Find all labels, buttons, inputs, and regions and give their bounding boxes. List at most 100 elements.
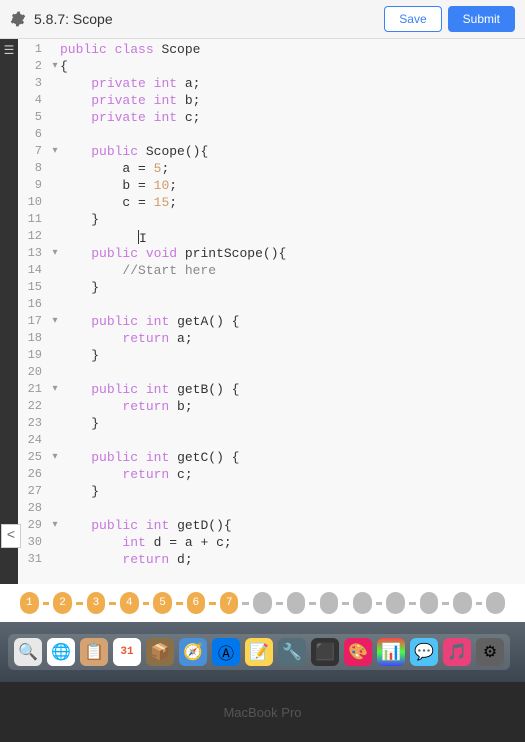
progress-step[interactable] [353,592,372,614]
line-number: 7 [18,143,50,160]
code-line[interactable]: 29▾ public int getD(){ [18,517,525,534]
fold-toggle[interactable]: ▾ [50,517,60,534]
progress-step[interactable] [420,592,439,614]
fold-toggle[interactable]: ▾ [50,245,60,262]
code-line[interactable]: 24 [18,432,525,449]
code-line[interactable]: 19 } [18,347,525,364]
code-line[interactable]: 8 a = 5; [18,160,525,177]
fold-toggle [50,364,60,381]
dock-app4-icon[interactable]: 🎨 [344,638,372,666]
code-line[interactable]: 12 I [18,228,525,245]
progress-step[interactable]: 6 [187,592,206,614]
code-line[interactable]: 18 return a; [18,330,525,347]
code-text: //Start here [60,262,525,279]
header-left: 5.8.7: Scope [10,11,113,27]
code-text: { [60,58,525,75]
progress-step[interactable]: 1 [20,592,39,614]
code-line[interactable]: 14 //Start here [18,262,525,279]
code-line[interactable]: 23 } [18,415,525,432]
dock-appstore-icon[interactable]: Ⓐ [212,638,240,666]
line-number: 21 [18,381,50,398]
fold-toggle[interactable]: ▾ [50,58,60,75]
code-line[interactable]: 20 [18,364,525,381]
fold-toggle [50,160,60,177]
progress-step[interactable]: 2 [53,592,72,614]
fold-toggle[interactable]: ▾ [50,449,60,466]
code-text [60,296,525,313]
code-line[interactable]: 25▾ public int getC() { [18,449,525,466]
code-line[interactable]: 30 int d = a + c; [18,534,525,551]
line-number: 3 [18,75,50,92]
dock-app2-icon[interactable]: 📦 [146,638,174,666]
code-text: return d; [60,551,525,568]
fold-toggle [50,126,60,143]
code-line[interactable]: 6 [18,126,525,143]
code-line[interactable]: 28 [18,500,525,517]
fold-toggle[interactable]: ▾ [50,313,60,330]
code-line[interactable]: 17▾ public int getA() { [18,313,525,330]
progress-step[interactable] [287,592,306,614]
code-text: public Scope(){ [60,143,525,160]
dock-app-icon[interactable]: 📋 [80,638,108,666]
progress-step[interactable] [386,592,405,614]
dock-app5-icon[interactable]: 📊 [377,638,405,666]
line-number: 27 [18,483,50,500]
dock-safari-icon[interactable]: 🧭 [179,638,207,666]
code-line[interactable]: 3 private int a; [18,75,525,92]
line-number: 30 [18,534,50,551]
code-text: I [60,228,525,245]
hamburger-icon[interactable]: ☰ [4,43,15,58]
fold-toggle[interactable]: ▾ [50,381,60,398]
dock-music-icon[interactable]: 🎵 [443,638,471,666]
code-line[interactable]: 27 } [18,483,525,500]
code-text: private int c; [60,109,525,126]
code-text [60,126,525,143]
back-button[interactable]: < [1,524,21,548]
dock-app3-icon[interactable]: 🔧 [278,638,306,666]
submit-button[interactable]: Submit [448,6,515,32]
line-number: 28 [18,500,50,517]
code-line[interactable]: 4 private int b; [18,92,525,109]
line-number: 13 [18,245,50,262]
dock-calendar-icon[interactable]: 31 [113,638,141,666]
progress-step[interactable] [320,592,339,614]
code-line[interactable]: 10 c = 15; [18,194,525,211]
line-number: 23 [18,415,50,432]
code-line[interactable]: 21▾ public int getB() { [18,381,525,398]
dock-finder-icon[interactable]: 🔍 [14,638,42,666]
progress-step[interactable] [253,592,272,614]
progress-step[interactable]: 5 [153,592,172,614]
code-line[interactable]: 5 private int c; [18,109,525,126]
code-line[interactable]: 16 [18,296,525,313]
bezel-label: MacBook Pro [223,705,301,720]
dock-settings-icon[interactable]: ⚙ [476,638,504,666]
code-editor[interactable]: < 1public class Scope2▾{3 private int a;… [18,39,525,584]
code-line[interactable]: 7▾ public Scope(){ [18,143,525,160]
progress-step[interactable]: 7 [220,592,239,614]
code-line[interactable]: 13▾ public void printScope(){ [18,245,525,262]
fold-toggle[interactable]: ▾ [50,143,60,160]
progress-step[interactable]: 3 [87,592,106,614]
code-line[interactable]: 22 return b; [18,398,525,415]
code-line[interactable]: 11 } [18,211,525,228]
code-line[interactable]: 9 b = 10; [18,177,525,194]
code-text [60,432,525,449]
code-text: } [60,211,525,228]
code-line[interactable]: 26 return c; [18,466,525,483]
progress-step[interactable]: 4 [120,592,139,614]
fold-toggle [50,211,60,228]
code-line[interactable]: 1public class Scope [18,41,525,58]
code-text: private int a; [60,75,525,92]
progress-step[interactable] [486,592,505,614]
code-line[interactable]: 31 return d; [18,551,525,568]
dock-chrome-icon[interactable]: 🌐 [47,638,75,666]
progress-step[interactable] [453,592,472,614]
dock-notes-icon[interactable]: 📝 [245,638,273,666]
code-line[interactable]: 15 } [18,279,525,296]
line-number: 12 [18,228,50,245]
code-line[interactable]: 2▾{ [18,58,525,75]
dock-terminal-icon[interactable]: ⬛ [311,638,339,666]
line-number: 5 [18,109,50,126]
dock-app6-icon[interactable]: 💬 [410,638,438,666]
save-button[interactable]: Save [384,6,441,32]
